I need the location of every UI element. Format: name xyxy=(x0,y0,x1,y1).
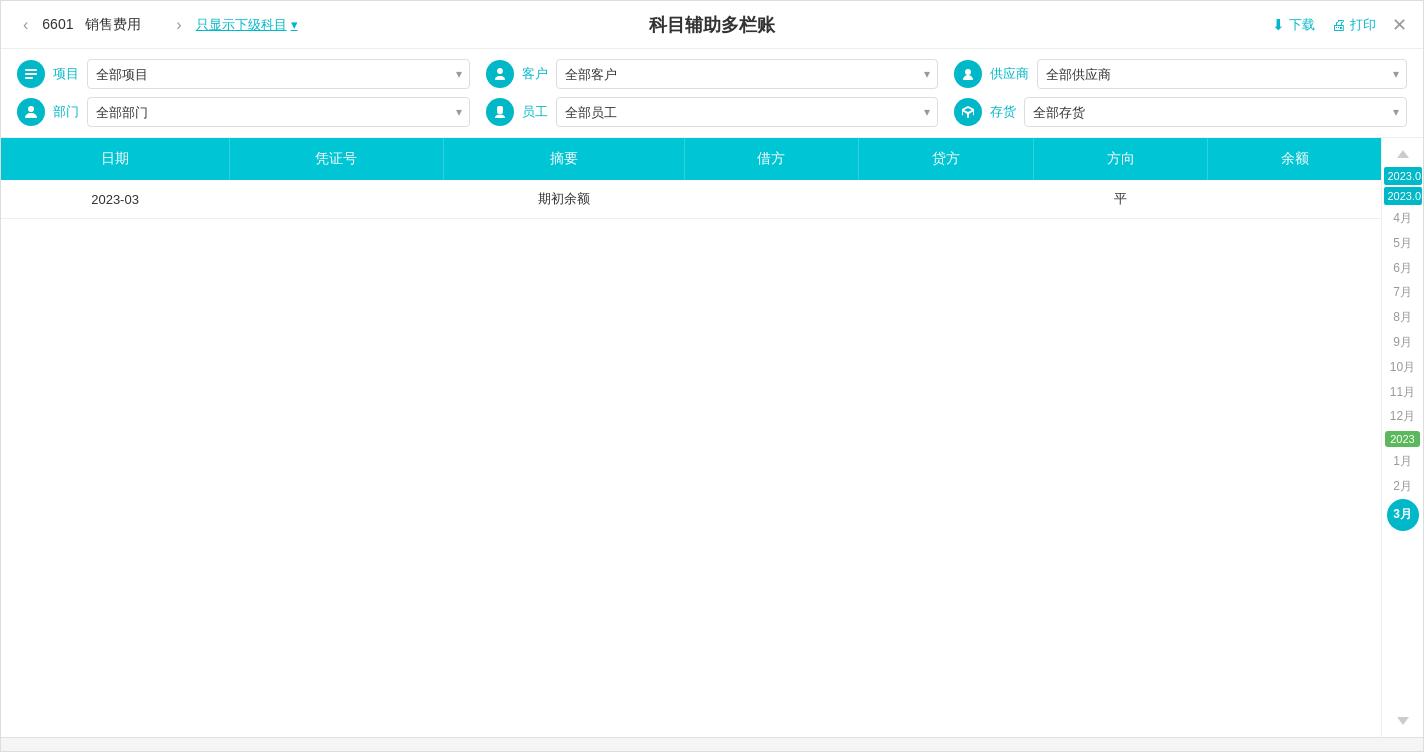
print-button[interactable]: 🖨 打印 xyxy=(1331,16,1376,34)
employee-select-wrap: 全部员工 xyxy=(556,97,939,127)
main-window: ‹ 6601 销售费用 › 只显示下级科目 ▾ 科目辅助多栏账 ⬇ 下载 🖨 打… xyxy=(0,0,1424,752)
sidebar-month-11[interactable]: 11月 xyxy=(1384,380,1422,405)
close-button[interactable]: ✕ xyxy=(1392,14,1407,36)
col-date: 日期 xyxy=(1,138,229,180)
filter-item-employee: 员工 全部员工 xyxy=(486,97,939,127)
department-label: 部门 xyxy=(53,103,79,121)
cell-voucher xyxy=(229,180,444,219)
filter-item-project: 项目 全部项目 xyxy=(17,59,470,89)
sidebar-range-start[interactable]: 2023.03 xyxy=(1384,167,1422,185)
col-voucher: 凭证号 xyxy=(229,138,444,180)
supplier-icon xyxy=(954,60,982,88)
scrollbar-track[interactable] xyxy=(1,738,1423,751)
filter-bar: 项目 全部项目 客户 全部客户 xyxy=(1,49,1423,138)
project-select[interactable]: 全部项目 xyxy=(87,59,470,89)
sidebar-month-5[interactable]: 5月 xyxy=(1384,231,1422,256)
cell-summary: 期初余额 xyxy=(444,180,684,219)
cell-direction: 平 xyxy=(1033,180,1208,219)
sidebar-year-2023[interactable]: 2023 xyxy=(1385,431,1419,447)
project-select-wrap: 全部项目 xyxy=(87,59,470,89)
table-area: 日期 凭证号 摘要 借方 贷方 方向 余额 2023-03 期初余额 平 xyxy=(1,138,1381,737)
nav-prev-button[interactable]: ‹ xyxy=(17,14,34,36)
account-name: 销售费用 xyxy=(85,16,141,32)
scrollbar-container xyxy=(1,737,1423,751)
customer-label: 客户 xyxy=(522,65,548,83)
filter-row-2: 部门 全部部门 员工 全部员工 xyxy=(17,97,1407,127)
department-select[interactable]: 全部部门 xyxy=(87,97,470,127)
page-title: 科目辅助多栏账 xyxy=(649,13,775,37)
sidebar-month-3-active[interactable]: 3月 xyxy=(1387,499,1419,531)
sidebar-month-2[interactable]: 2月 xyxy=(1384,474,1422,499)
account-label: 6601 销售费用 xyxy=(42,16,162,34)
sidebar-month-12[interactable]: 12月 xyxy=(1384,404,1422,429)
svg-point-3 xyxy=(965,69,971,75)
svg-rect-2 xyxy=(25,77,33,79)
print-icon: 🖨 xyxy=(1331,16,1346,33)
col-credit: 贷方 xyxy=(859,138,1034,180)
sidebar-month-1[interactable]: 1月 xyxy=(1384,449,1422,474)
filter-dropdown-label: 只显示下级科目 xyxy=(196,16,287,34)
sidebar-month-7[interactable]: 7月 xyxy=(1384,280,1422,305)
inventory-icon xyxy=(954,98,982,126)
nav-next-button[interactable]: › xyxy=(170,14,187,36)
filter-dropdown-button[interactable]: 只显示下级科目 ▾ xyxy=(196,16,298,34)
title-bar: ‹ 6601 销售费用 › 只显示下级科目 ▾ 科目辅助多栏账 ⬇ 下载 🖨 打… xyxy=(1,1,1423,49)
customer-select[interactable]: 全部客户 xyxy=(556,59,939,89)
account-code: 6601 xyxy=(42,16,73,32)
supplier-label: 供应商 xyxy=(990,65,1029,83)
col-direction: 方向 xyxy=(1033,138,1208,180)
sidebar-month-9[interactable]: 9月 xyxy=(1384,330,1422,355)
svg-point-4 xyxy=(28,106,34,112)
col-balance: 余额 xyxy=(1208,138,1381,180)
sidebar-month-4[interactable]: 4月 xyxy=(1384,206,1422,231)
supplier-select-wrap: 全部供应商 xyxy=(1037,59,1407,89)
sidebar-month-8[interactable]: 8月 xyxy=(1384,305,1422,330)
inventory-label: 存货 xyxy=(990,103,1016,121)
svg-rect-0 xyxy=(25,69,37,71)
main-content: 日期 凭证号 摘要 借方 贷方 方向 余额 2023-03 期初余额 平 xyxy=(1,138,1423,737)
supplier-select[interactable]: 全部供应商 xyxy=(1037,59,1407,89)
customer-icon xyxy=(486,60,514,88)
sidebar-up-button[interactable] xyxy=(1385,142,1421,166)
cell-balance xyxy=(1208,180,1381,219)
download-label: 下载 xyxy=(1289,16,1315,34)
right-sidebar: 2023.03 2023.03 4月 5月 6月 7月 8月 9月 10月 11… xyxy=(1381,138,1423,737)
cell-debit xyxy=(684,180,859,219)
sidebar-month-10[interactable]: 10月 xyxy=(1384,355,1422,380)
svg-rect-5 xyxy=(497,106,503,114)
svg-rect-1 xyxy=(25,73,37,75)
employee-icon xyxy=(486,98,514,126)
table-header: 日期 凭证号 摘要 借方 贷方 方向 余额 xyxy=(1,138,1381,180)
data-table: 日期 凭证号 摘要 借方 贷方 方向 余额 2023-03 期初余额 平 xyxy=(1,138,1381,219)
customer-select-wrap: 全部客户 xyxy=(556,59,939,89)
project-icon xyxy=(17,60,45,88)
sidebar-range-end[interactable]: 2023.03 xyxy=(1384,187,1422,205)
employee-select[interactable]: 全部员工 xyxy=(556,97,939,127)
inventory-select[interactable]: 全部存货 xyxy=(1024,97,1407,127)
title-right: ⬇ 下载 🖨 打印 ✕ xyxy=(1272,14,1407,36)
cell-credit xyxy=(859,180,1034,219)
filter-item-inventory: 存货 全部存货 xyxy=(954,97,1407,127)
inventory-select-wrap: 全部存货 xyxy=(1024,97,1407,127)
title-left: ‹ 6601 销售费用 › 只显示下级科目 ▾ xyxy=(17,14,298,36)
cell-date: 2023-03 xyxy=(1,180,229,219)
filter-item-customer: 客户 全部客户 xyxy=(486,59,939,89)
filter-item-supplier: 供应商 全部供应商 xyxy=(954,59,1407,89)
department-icon xyxy=(17,98,45,126)
col-debit: 借方 xyxy=(684,138,859,180)
employee-label: 员工 xyxy=(522,103,548,121)
print-label: 打印 xyxy=(1350,16,1376,34)
filter-item-department: 部门 全部部门 xyxy=(17,97,470,127)
table-row: 2023-03 期初余额 平 xyxy=(1,180,1381,219)
download-button[interactable]: ⬇ 下载 xyxy=(1272,16,1315,34)
sidebar-month-6[interactable]: 6月 xyxy=(1384,256,1422,281)
download-icon: ⬇ xyxy=(1272,16,1285,34)
filter-row-1: 项目 全部项目 客户 全部客户 xyxy=(17,59,1407,89)
table-body: 2023-03 期初余额 平 xyxy=(1,180,1381,219)
filter-dropdown-icon: ▾ xyxy=(291,17,298,32)
col-summary: 摘要 xyxy=(444,138,684,180)
department-select-wrap: 全部部门 xyxy=(87,97,470,127)
project-label: 项目 xyxy=(53,65,79,83)
sidebar-down-button[interactable] xyxy=(1385,709,1421,733)
